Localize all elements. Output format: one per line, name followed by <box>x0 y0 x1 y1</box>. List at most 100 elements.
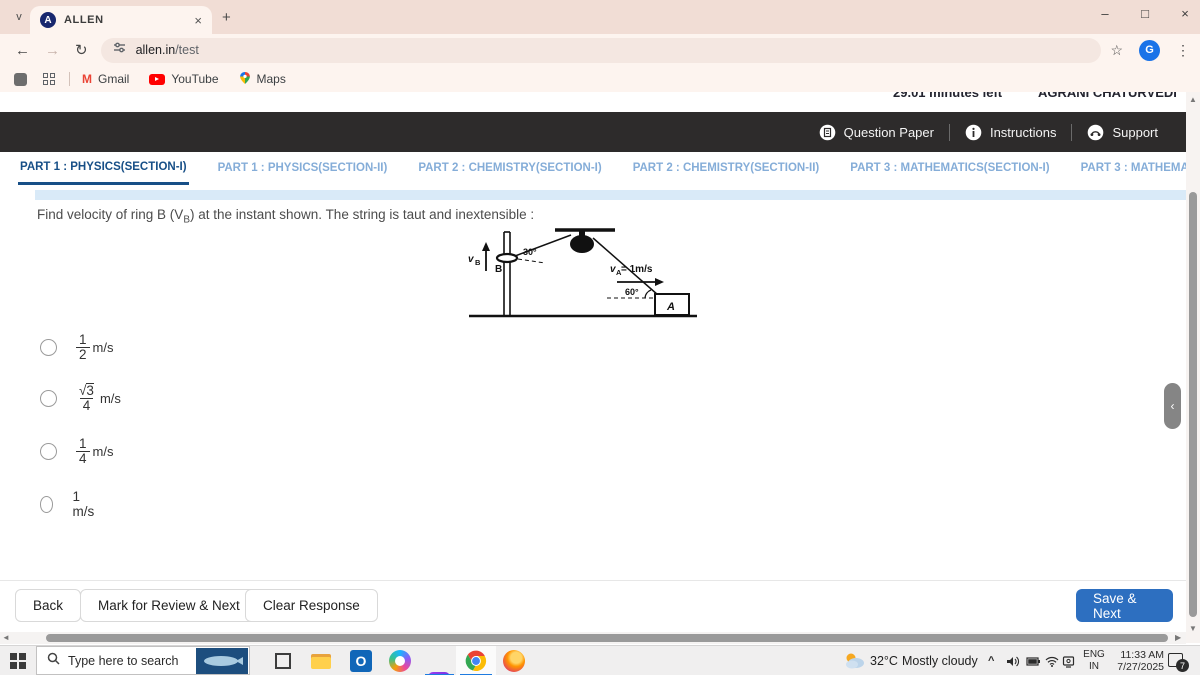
mark-for-review-button[interactable]: Mark for Review & Next <box>80 589 258 622</box>
option-3-radio[interactable] <box>40 443 57 461</box>
exam-top-bar: Question Paper Instructions Support <box>0 112 1186 152</box>
option-1-radio[interactable] <box>40 339 57 357</box>
svg-text:= 1m/s: = 1m/s <box>621 264 653 275</box>
firefox-icon[interactable] <box>503 650 525 672</box>
question-paper-icon <box>819 124 835 140</box>
save-and-next-button[interactable]: Save & Next <box>1076 589 1173 622</box>
tab-physics-section-2[interactable]: PART 1 : PHYSICS(SECTION-II) <box>216 153 390 183</box>
youtube-icon <box>149 73 166 85</box>
window-minimize-button[interactable]: – <box>1098 6 1112 21</box>
battery-icon[interactable] <box>1026 655 1041 670</box>
chrome-icon[interactable] <box>465 650 487 672</box>
bookmark-maps[interactable]: Maps <box>239 70 286 89</box>
question-paper-label: Question Paper <box>843 124 934 140</box>
browser-tab[interactable]: A ALLEN × <box>30 6 212 34</box>
windows-taskbar: Type here to search O 32°C Mostly cloudy… <box>0 645 1200 675</box>
tab-physics-section-1[interactable]: PART 1 : PHYSICS(SECTION-I) <box>18 152 189 185</box>
pulley <box>570 235 594 253</box>
bookmark-star-icon[interactable]: ☆ <box>1110 42 1123 59</box>
apps-grid-icon[interactable] <box>43 73 55 85</box>
option-row-2: √ 3 4 m/s <box>40 383 121 413</box>
site-settings-icon[interactable] <box>113 41 126 59</box>
back-button[interactable]: Back <box>15 589 82 622</box>
bookmark-maps-label: Maps <box>256 72 286 86</box>
exam-page: 29.01 minutes left AGRANI CHATURVEDI Que… <box>0 92 1200 645</box>
outlook-icon[interactable]: O <box>350 650 372 672</box>
option-2-label: √ 3 4 m/s <box>79 383 121 414</box>
bookmarks-bar: M Gmail YouTube Maps <box>0 66 1200 93</box>
scroll-up-icon[interactable]: ▲ <box>1189 95 1197 104</box>
tab-chemistry-section-1[interactable]: PART 2 : CHEMISTRY(SECTION-I) <box>416 153 603 183</box>
instructions-label: Instructions <box>989 124 1057 140</box>
reload-icon[interactable]: ↻ <box>75 41 88 59</box>
content-divider <box>35 190 1186 200</box>
question-footer: Back Mark for Review & Next Clear Respon… <box>0 580 1186 632</box>
task-view-icon[interactable] <box>272 650 294 672</box>
support-button[interactable]: Support <box>1087 124 1158 141</box>
horizontal-scrollbar[interactable]: ◄ ▶ <box>0 632 1186 644</box>
option-1-label: 12 m/s <box>76 332 113 362</box>
notification-badge: 7 <box>1176 659 1189 672</box>
option-4-radio[interactable] <box>40 495 54 513</box>
profile-avatar[interactable]: G <box>1139 39 1160 61</box>
tab-search-chevron-icon[interactable]: v <box>10 8 28 26</box>
va-arrow <box>655 278 664 286</box>
bookmark-youtube[interactable]: YouTube <box>149 72 219 86</box>
tab-chemistry-section-2[interactable]: PART 2 : CHEMISTRY(SECTION-II) <box>631 153 822 183</box>
volume-icon[interactable] <box>1006 655 1020 671</box>
instructions-button[interactable]: Instructions <box>965 124 1056 141</box>
question-text: Find velocity of ring B (VB) at the inst… <box>37 207 535 226</box>
forward-icon[interactable]: → <box>45 42 60 59</box>
ring-b <box>495 252 519 264</box>
tab-close-icon[interactable]: × <box>194 13 202 28</box>
address-bar[interactable]: allen.in/test <box>100 37 1101 63</box>
vb-arrow <box>482 242 490 251</box>
back-icon[interactable]: ← <box>15 42 30 59</box>
scroll-right-icon[interactable]: ▶ <box>1175 632 1181 644</box>
support-icon <box>1088 124 1104 140</box>
gmail-icon: M <box>82 72 92 86</box>
support-label: Support <box>1112 124 1158 140</box>
scroll-down-icon[interactable]: ▼ <box>1189 624 1197 633</box>
horizontal-scroll-thumb[interactable] <box>46 634 1168 642</box>
clock[interactable]: 11:33 AM 7/27/2025 <box>1102 649 1164 673</box>
extension-icon[interactable] <box>14 72 27 86</box>
option-2-radio[interactable] <box>40 389 57 407</box>
question-palette-toggle[interactable]: ‹ <box>1164 383 1181 429</box>
search-placeholder: Type here to search <box>68 653 179 668</box>
taskbar-search[interactable]: Type here to search <box>36 646 250 675</box>
start-button[interactable] <box>10 653 26 669</box>
scroll-left-icon[interactable]: ◄ <box>2 632 10 644</box>
option-3-label: 14 m/s <box>76 436 113 466</box>
wifi-icon[interactable] <box>1045 655 1059 670</box>
svg-text:B: B <box>495 264 502 275</box>
browser-tab-strip: v A ALLEN × + – □ × <box>0 0 1200 34</box>
instructions-icon <box>965 124 982 140</box>
bookmark-gmail[interactable]: M Gmail <box>82 72 129 86</box>
vertical-scrollbar[interactable]: ▲ ▼ <box>1186 92 1200 643</box>
clear-response-button[interactable]: Clear Response <box>245 589 378 622</box>
svg-text:A: A <box>666 301 675 313</box>
window-close-button[interactable]: × <box>1178 6 1192 21</box>
tray-expand-icon[interactable]: ^ <box>988 655 994 667</box>
candidate-name: AGRANI CHATURVEDI <box>1038 92 1177 100</box>
window-maximize-button[interactable]: □ <box>1138 6 1152 21</box>
exam-header-strip: 29.01 minutes left AGRANI CHATURVEDI <box>0 92 1186 109</box>
vertical-scroll-thumb[interactable] <box>1189 192 1197 617</box>
question-diagram: 30° v B B A v A = 1m/s 60° <box>468 228 697 318</box>
weather-icon[interactable] <box>843 649 867 675</box>
tab-mathematics-section-1[interactable]: PART 3 : MATHEMATICS(SECTION-I) <box>848 153 1051 183</box>
file-explorer-icon[interactable] <box>310 650 332 672</box>
search-icon <box>47 652 60 670</box>
browser-menu-icon[interactable]: ⋮ <box>1176 42 1190 59</box>
question-paper-button[interactable]: Question Paper <box>819 124 934 141</box>
device-sync-icon[interactable] <box>1062 655 1075 671</box>
weather-condition[interactable]: Mostly cloudy <box>902 654 978 668</box>
weather-temp[interactable]: 32°C <box>870 654 898 668</box>
search-highlight-image[interactable] <box>196 648 248 674</box>
svg-text:v: v <box>468 254 475 265</box>
tab-mathematics-section-2[interactable]: PART 3 : MATHEMATICS(SECTION-II) <box>1079 153 1200 183</box>
new-tab-button[interactable]: + <box>222 9 231 26</box>
option-row-4: 1 m/s <box>40 489 98 519</box>
copilot-icon[interactable] <box>389 650 411 672</box>
